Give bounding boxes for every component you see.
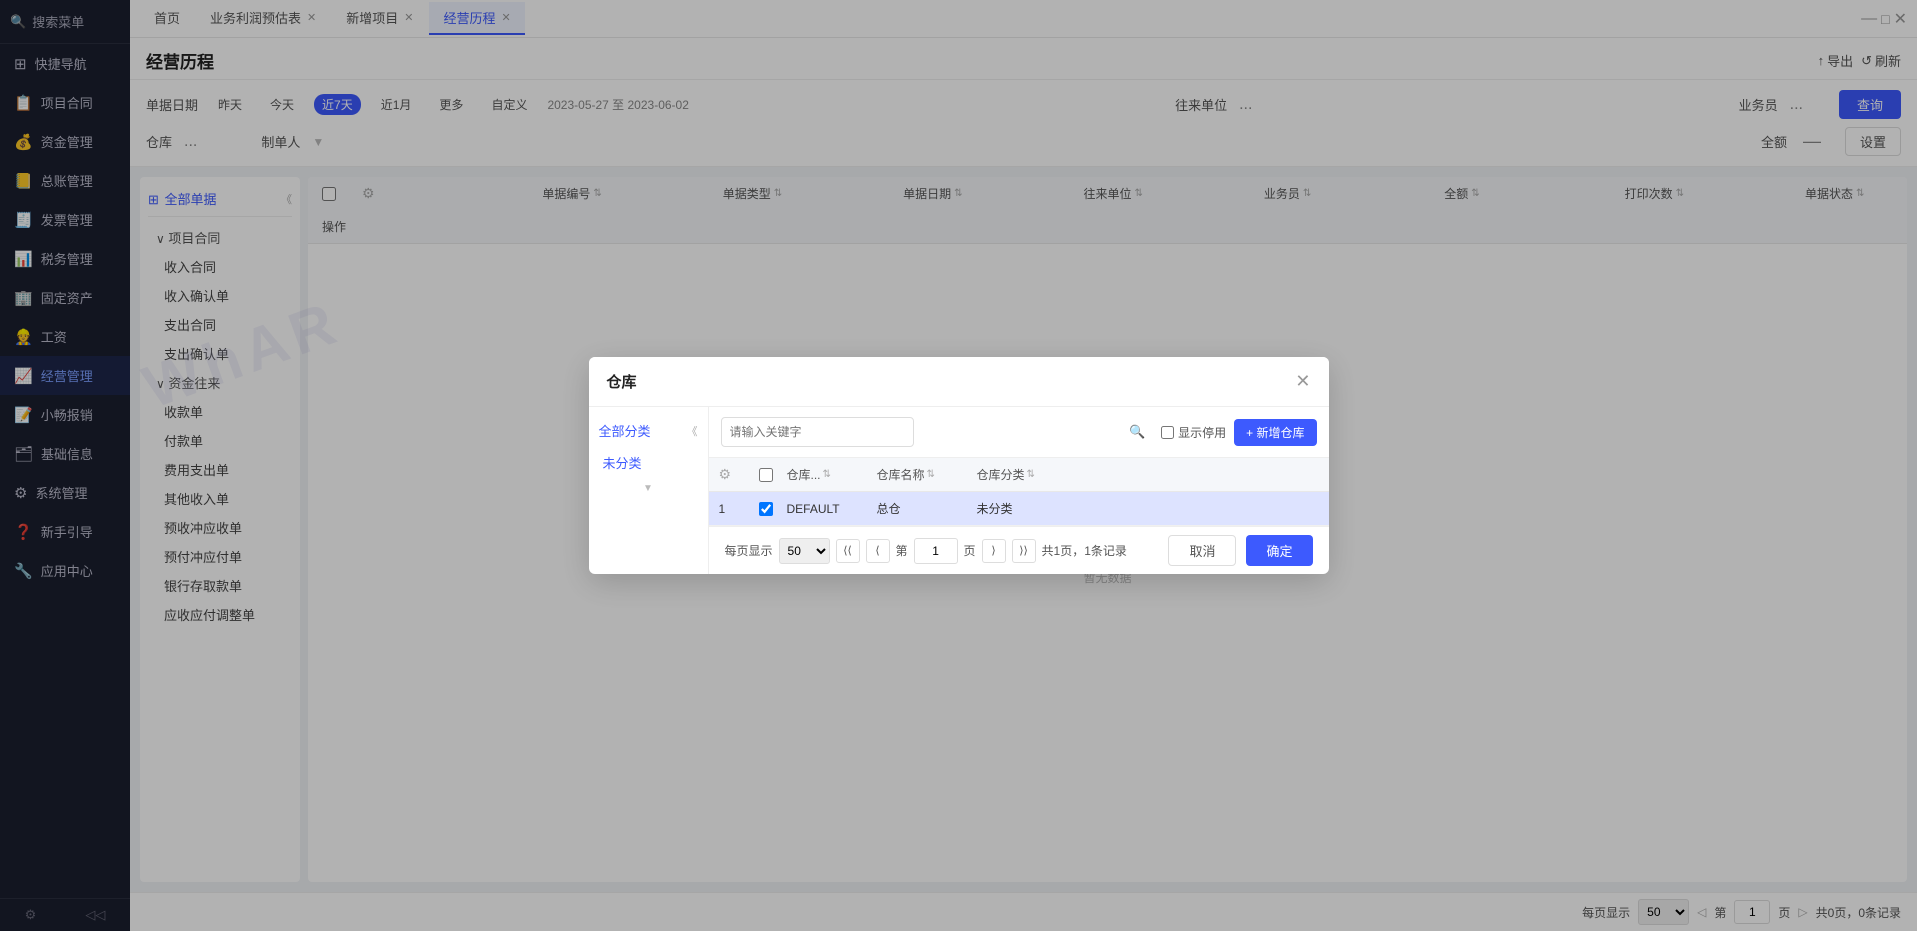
- dialog-table-panel: 🔍 显示停用 + 新增仓库 ⚙: [709, 407, 1329, 574]
- cat-scroll-indicator: ▼: [589, 479, 708, 498]
- last-page-btn[interactable]: ⟩⟩: [1012, 539, 1036, 563]
- dialog-select-all[interactable]: [759, 468, 773, 482]
- add-warehouse-btn[interactable]: + 新增仓库: [1234, 419, 1316, 446]
- first-page-btn[interactable]: ⟨⟨: [836, 539, 860, 563]
- dialog-search-bar: 🔍 显示停用 + 新增仓库: [709, 407, 1329, 458]
- page-label-dialog: 第: [896, 542, 908, 559]
- confirm-button[interactable]: 确定: [1246, 535, 1312, 566]
- dth-name: 仓库名称 ⇅: [871, 458, 971, 491]
- row-check: [753, 492, 781, 525]
- dialog-table-body: 1 DEFAULT 总仓 未分类: [709, 492, 1329, 526]
- dialog-search-input[interactable]: [721, 417, 914, 447]
- cat-item-unclassified[interactable]: 未分类: [589, 446, 708, 479]
- dth-code: 仓库... ⇅: [781, 458, 871, 491]
- pagination: 每页显示 50 100 ⟨⟨ ⟨ 第 页 ⟩ ⟩⟩ 共1页，1条记录: [725, 538, 1127, 564]
- dialog-header: 仓库 ✕: [589, 357, 1329, 407]
- total-label-dialog: 共1页，1条记录: [1042, 542, 1127, 559]
- scroll-down-icon: ▼: [643, 483, 653, 494]
- show-disabled-label[interactable]: 显示停用: [1161, 424, 1226, 441]
- dth-gear: ⚙: [713, 458, 753, 491]
- row-name: 总仓: [871, 492, 971, 525]
- dialog-close-icon[interactable]: ✕: [1295, 371, 1310, 392]
- category-panel: 全部分类 《 未分类 ▼: [589, 407, 709, 574]
- dth-sort-name: ⇅: [927, 469, 935, 480]
- dialog-page-num[interactable]: [914, 538, 958, 564]
- show-disabled-checkbox[interactable]: [1161, 426, 1174, 439]
- warehouse-dialog: 仓库 ✕ 全部分类 《 未分类 ▼: [589, 357, 1329, 574]
- search-icon: 🔍: [1129, 424, 1145, 440]
- prev-page-btn[interactable]: ⟨: [866, 539, 890, 563]
- cat-header: 全部分类 《: [589, 415, 708, 446]
- row-category: 未分类: [971, 492, 1071, 525]
- cancel-button[interactable]: 取消: [1168, 535, 1236, 566]
- row-num: 1: [713, 492, 753, 525]
- dialog-body: 全部分类 《 未分类 ▼ 🔍 显示停用: [589, 407, 1329, 574]
- dth-check: [753, 458, 781, 491]
- dth-sort-cat: ⇅: [1027, 469, 1035, 480]
- dth-category: 仓库分类 ⇅: [971, 458, 1071, 491]
- row-code: DEFAULT: [781, 492, 871, 525]
- dialog-gear-icon[interactable]: ⚙: [719, 466, 732, 483]
- cat-header-label: 全部分类: [599, 421, 651, 440]
- cat-collapse-icon[interactable]: 《: [687, 423, 698, 439]
- dialog-title: 仓库: [607, 371, 637, 392]
- page-unit-dialog: 页: [964, 542, 976, 559]
- dialog-action-btns: 取消 确定: [1168, 535, 1312, 566]
- row-checkbox[interactable]: [759, 502, 773, 516]
- modal-overlay: 仓库 ✕ 全部分类 《 未分类 ▼: [0, 0, 1917, 931]
- dth-filler: [1071, 458, 1325, 491]
- dialog-table-row[interactable]: 1 DEFAULT 总仓 未分类: [709, 492, 1329, 526]
- next-page-btn[interactable]: ⟩: [982, 539, 1006, 563]
- dialog-per-page-select[interactable]: 50 100: [779, 538, 830, 564]
- dth-sort-code: ⇅: [823, 469, 831, 480]
- search-wrap: 🔍: [721, 417, 1154, 447]
- row-filler: [1071, 492, 1325, 525]
- dialog-table-header: ⚙ 仓库... ⇅ 仓库名称 ⇅ 仓库分类 ⇅: [709, 458, 1329, 492]
- per-page-label-dialog: 每页显示: [725, 542, 773, 559]
- dialog-footer: 每页显示 50 100 ⟨⟨ ⟨ 第 页 ⟩ ⟩⟩ 共1页，1条记录: [709, 526, 1329, 574]
